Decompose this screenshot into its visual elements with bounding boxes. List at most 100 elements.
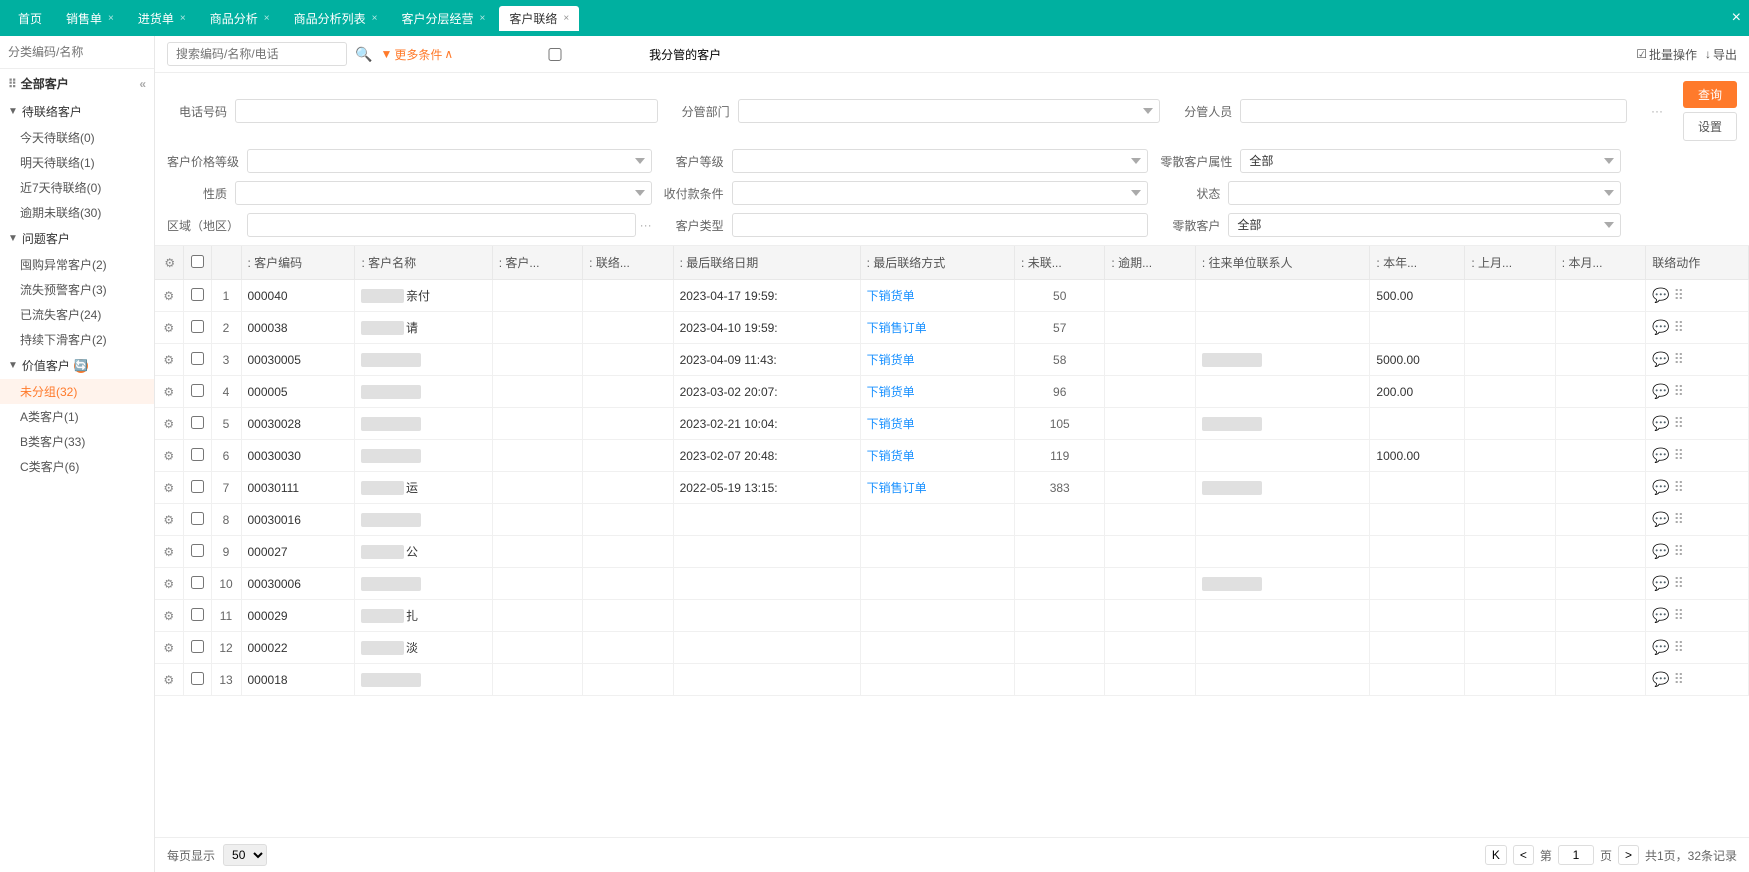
checkbox-header[interactable] (183, 246, 211, 280)
filter-customer-type-input[interactable] (732, 213, 1149, 237)
row-checkbox[interactable] (191, 480, 204, 493)
row-checkbox[interactable] (191, 512, 204, 525)
chat-icon[interactable]: 💬 (1652, 671, 1669, 688)
filter-region-input[interactable] (247, 213, 636, 237)
row-checkbox-cell[interactable] (183, 600, 211, 632)
close-product-analysis-icon[interactable]: × (264, 13, 270, 24)
row-checkbox-cell[interactable] (183, 408, 211, 440)
row-gear[interactable]: ⚙ (155, 472, 183, 504)
chat-icon[interactable]: 💬 (1652, 447, 1669, 464)
filter-phone-input[interactable] (235, 99, 658, 123)
contact-way-link[interactable]: 下销货单 (867, 289, 915, 303)
grid-action-icon[interactable]: ⠿ (1674, 319, 1684, 336)
chat-icon[interactable]: 💬 (1652, 415, 1669, 432)
grid-action-icon[interactable]: ⠿ (1674, 511, 1684, 528)
first-page-button[interactable]: K (1485, 845, 1507, 865)
row-checkbox[interactable] (191, 544, 204, 557)
search-input[interactable] (167, 42, 347, 66)
grid-action-icon[interactable]: ⠿ (1674, 607, 1684, 624)
row-checkbox[interactable] (191, 576, 204, 589)
row-checkbox-cell[interactable] (183, 376, 211, 408)
close-sales-icon[interactable]: × (108, 13, 114, 24)
contact-way-link[interactable]: 下销货单 (867, 417, 915, 431)
chat-icon[interactable]: 💬 (1652, 383, 1669, 400)
row-checkbox-cell[interactable] (183, 344, 211, 376)
sidebar-item-class-b[interactable]: B类客户(33) (0, 429, 154, 454)
sidebar-item-today[interactable]: 今天待联络(0) (0, 125, 154, 150)
close-all-button[interactable]: × (1732, 9, 1741, 27)
sidebar-item-churned[interactable]: 已流失客户(24) (0, 302, 154, 327)
row-gear[interactable]: ⚙ (155, 312, 183, 344)
row-checkbox[interactable] (191, 672, 204, 685)
filter-dept-select[interactable] (738, 99, 1161, 123)
chat-icon[interactable]: 💬 (1652, 575, 1669, 592)
export-button[interactable]: ↓ 导出 (1705, 46, 1737, 63)
row-checkbox[interactable] (191, 416, 204, 429)
sidebar-item-ungrouped[interactable]: 未分组(32) (0, 379, 154, 404)
contact-way-link[interactable]: 下销货单 (867, 449, 915, 463)
row-gear[interactable]: ⚙ (155, 600, 183, 632)
sidebar-item-churn-warning[interactable]: 流失预警客户(3) (0, 277, 154, 302)
grid-action-icon[interactable]: ⠿ (1674, 287, 1684, 304)
row-gear[interactable]: ⚙ (155, 440, 183, 472)
close-purchase-icon[interactable]: × (180, 13, 186, 24)
nav-home[interactable]: 首页 (8, 6, 52, 31)
close-customer-segment-icon[interactable]: × (479, 13, 485, 24)
filter-payment-select[interactable] (732, 181, 1149, 205)
reset-button[interactable]: 设置 (1683, 112, 1737, 141)
sidebar-all-customers[interactable]: ⠿ 全部客户 « (0, 69, 154, 98)
row-checkbox-cell[interactable] (183, 568, 211, 600)
row-checkbox-cell[interactable] (183, 472, 211, 504)
search-button[interactable]: 🔍 (355, 46, 372, 63)
contact-way-link[interactable]: 下销售订单 (867, 481, 927, 495)
page-size-select[interactable]: 50 (223, 844, 267, 866)
row-gear[interactable]: ⚙ (155, 376, 183, 408)
chat-icon[interactable]: 💬 (1652, 639, 1669, 656)
chat-icon[interactable]: 💬 (1652, 543, 1669, 560)
manager-dots-icon[interactable]: ··· (1651, 104, 1663, 118)
row-checkbox-cell[interactable] (183, 664, 211, 696)
nav-purchase[interactable]: 进货单 × (128, 6, 196, 31)
contact-way-link[interactable]: 下销售订单 (867, 321, 927, 335)
page-input[interactable] (1558, 845, 1594, 865)
contact-way-link[interactable]: 下销货单 (867, 353, 915, 367)
row-checkbox[interactable] (191, 288, 204, 301)
select-all-checkbox[interactable] (191, 255, 204, 268)
chat-icon[interactable]: 💬 (1652, 511, 1669, 528)
row-gear[interactable]: ⚙ (155, 568, 183, 600)
grid-action-icon[interactable]: ⠿ (1674, 639, 1684, 656)
row-checkbox-cell[interactable] (183, 504, 211, 536)
chat-icon[interactable]: 💬 (1652, 287, 1669, 304)
sidebar-item-tomorrow[interactable]: 明天待联络(1) (0, 150, 154, 175)
row-gear[interactable]: ⚙ (155, 632, 183, 664)
row-checkbox-cell[interactable] (183, 440, 211, 472)
prev-page-button[interactable]: < (1513, 845, 1534, 865)
row-checkbox[interactable] (191, 608, 204, 621)
grid-action-icon[interactable]: ⠿ (1674, 575, 1684, 592)
row-checkbox-cell[interactable] (183, 632, 211, 664)
search-confirm-button[interactable]: 查询 (1683, 81, 1737, 108)
sidebar-search-input[interactable] (8, 45, 155, 59)
filter-price-level-select[interactable] (247, 149, 652, 173)
sidebar-item-class-a[interactable]: A类客户(1) (0, 404, 154, 429)
sidebar-group-pending-contact[interactable]: ▼ 待联络客户 (0, 98, 154, 125)
sidebar-group-value[interactable]: ▼ 价值客户 🔄 (0, 352, 154, 379)
chat-icon[interactable]: 💬 (1652, 607, 1669, 624)
row-checkbox[interactable] (191, 384, 204, 397)
filter-manager-input[interactable] (1240, 99, 1627, 123)
grid-action-icon[interactable]: ⠿ (1674, 543, 1684, 560)
row-checkbox-cell[interactable] (183, 312, 211, 344)
filter-retail-attr-select[interactable]: 全部 (1240, 149, 1621, 173)
grid-action-icon[interactable]: ⠿ (1674, 415, 1684, 432)
nav-customer-segment[interactable]: 客户分层经营 × (391, 6, 495, 31)
row-gear[interactable]: ⚙ (155, 408, 183, 440)
sidebar-item-hoard-abnormal[interactable]: 囤购异常客户(2) (0, 252, 154, 277)
row-gear[interactable]: ⚙ (155, 504, 183, 536)
sidebar-item-7days[interactable]: 近7天待联络(0) (0, 175, 154, 200)
row-checkbox[interactable] (191, 352, 204, 365)
batch-op-button[interactable]: ☑ 批量操作 (1636, 46, 1697, 63)
grid-action-icon[interactable]: ⠿ (1674, 447, 1684, 464)
nav-product-analysis[interactable]: 商品分析 × (200, 6, 280, 31)
chat-icon[interactable]: 💬 (1652, 319, 1669, 336)
row-checkbox[interactable] (191, 640, 204, 653)
